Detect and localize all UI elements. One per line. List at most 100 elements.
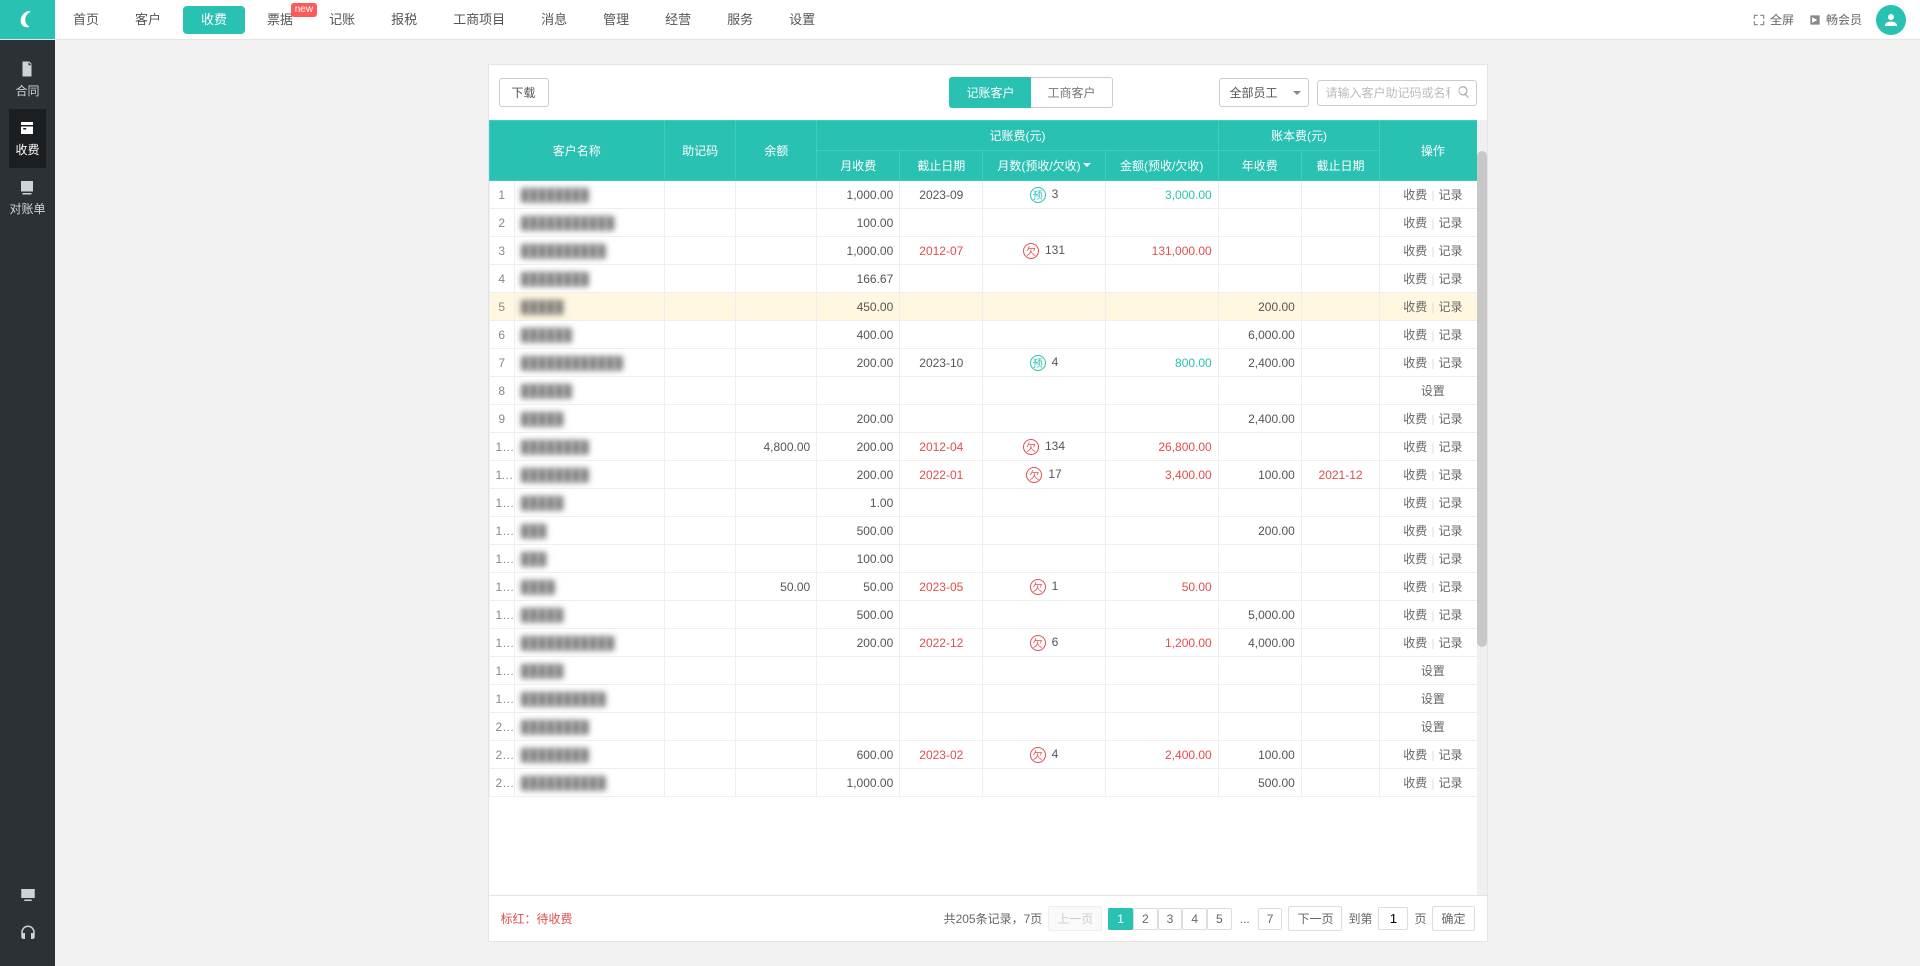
customer-name[interactable]: ███ (521, 552, 547, 566)
nav-item-消息[interactable]: 消息 (523, 0, 585, 40)
customer-name[interactable]: ██████████ (521, 776, 606, 790)
th-balance[interactable]: 余额 (736, 121, 817, 181)
op-log[interactable]: 记录 (1438, 524, 1462, 538)
customer-name[interactable]: █████ (521, 412, 564, 426)
customer-name[interactable]: ████████ (521, 440, 589, 454)
search-input[interactable] (1317, 80, 1477, 106)
nav-item-管理[interactable]: 管理 (585, 0, 647, 40)
op-charge[interactable]: 收费 (1403, 216, 1427, 230)
th-monthfee[interactable]: 月收费 (817, 151, 900, 181)
op-charge[interactable]: 收费 (1403, 440, 1427, 454)
op-log[interactable]: 记录 (1438, 328, 1462, 342)
nav-item-客户[interactable]: 客户 (117, 0, 179, 40)
nav-item-收费[interactable]: 收费 (183, 6, 245, 34)
member-button[interactable]: 畅会员 (1808, 11, 1862, 28)
avatar[interactable] (1876, 5, 1906, 35)
staff-select[interactable]: 全部员工 (1219, 78, 1309, 107)
nav-item-设置[interactable]: 设置 (771, 0, 833, 40)
sidebar-download[interactable] (0, 878, 55, 916)
search-icon[interactable] (1457, 85, 1471, 99)
op-log[interactable]: 记录 (1438, 776, 1462, 790)
op-set[interactable]: 设置 (1421, 384, 1445, 398)
customer-name[interactable]: ████████ (521, 748, 589, 762)
op-set[interactable]: 设置 (1421, 720, 1445, 734)
page-3[interactable]: 3 (1158, 908, 1183, 930)
th-yearfee[interactable]: 年收费 (1218, 151, 1301, 181)
nav-item-票据[interactable]: 票据new (249, 0, 311, 40)
op-charge[interactable]: 收费 (1403, 636, 1427, 650)
op-log[interactable]: 记录 (1438, 216, 1462, 230)
op-log[interactable]: 记录 (1438, 244, 1462, 258)
th-months[interactable]: 月数(预收/欠收) (983, 151, 1105, 181)
tab-business-customer[interactable]: 工商客户 (1031, 77, 1112, 108)
customer-name[interactable]: █████ (521, 664, 564, 678)
op-log[interactable]: 记录 (1438, 300, 1462, 314)
customer-name[interactable]: ████████ (521, 720, 589, 734)
page-5[interactable]: 5 (1207, 908, 1232, 930)
op-log[interactable]: 记录 (1438, 272, 1462, 286)
customer-name[interactable]: █████ (521, 608, 564, 622)
th-name[interactable]: 客户名称 (489, 121, 664, 181)
op-charge[interactable]: 收费 (1403, 468, 1427, 482)
op-charge[interactable]: 收费 (1403, 776, 1427, 790)
op-log[interactable]: 记录 (1438, 580, 1462, 594)
op-charge[interactable]: 收费 (1403, 608, 1427, 622)
th-mnemonic[interactable]: 助记码 (664, 121, 736, 181)
th-amount[interactable]: 金额(预收/欠收) (1105, 151, 1218, 181)
customer-name[interactable]: ██████ (521, 328, 572, 342)
page-2[interactable]: 2 (1133, 908, 1158, 930)
customer-name[interactable]: ████ (521, 580, 555, 594)
fullscreen-button[interactable]: 全屏 (1752, 11, 1794, 28)
op-charge[interactable]: 收费 (1403, 748, 1427, 762)
op-log[interactable]: 记录 (1438, 496, 1462, 510)
customer-name[interactable]: ███ (521, 524, 547, 538)
op-set[interactable]: 设置 (1421, 692, 1445, 706)
customer-name[interactable]: ██████████ (521, 692, 606, 706)
customer-name[interactable]: ███████████ (521, 216, 615, 230)
th-deadline[interactable]: 截止日期 (900, 151, 983, 181)
nav-item-服务[interactable]: 服务 (709, 0, 771, 40)
sidebar-item-合同[interactable]: 合同 (9, 50, 45, 109)
download-button[interactable]: 下载 (499, 78, 549, 107)
op-charge[interactable]: 收费 (1403, 328, 1427, 342)
op-charge[interactable]: 收费 (1403, 580, 1427, 594)
nav-item-经营[interactable]: 经营 (647, 0, 709, 40)
op-log[interactable]: 记录 (1438, 412, 1462, 426)
op-log[interactable]: 记录 (1438, 468, 1462, 482)
nav-item-首页[interactable]: 首页 (55, 0, 117, 40)
op-log[interactable]: 记录 (1438, 356, 1462, 370)
customer-name[interactable]: ██████████ (521, 244, 606, 258)
page-1[interactable]: 1 (1108, 908, 1133, 930)
nav-item-报税[interactable]: 报税 (373, 0, 435, 40)
page-next[interactable]: 下一页 (1288, 906, 1342, 931)
customer-name[interactable]: ████████████ (521, 356, 623, 370)
sidebar-item-收费[interactable]: 收费 (9, 109, 45, 168)
op-log[interactable]: 记录 (1438, 608, 1462, 622)
goto-page-input[interactable] (1378, 907, 1408, 930)
op-charge[interactable]: 收费 (1403, 496, 1427, 510)
customer-name[interactable]: █████ (521, 496, 564, 510)
sidebar-item-对账单[interactable]: 对账单 (9, 168, 45, 227)
nav-item-工商项目[interactable]: 工商项目 (435, 0, 523, 40)
page-7[interactable]: 7 (1258, 908, 1283, 930)
page-4[interactable]: 4 (1182, 908, 1207, 930)
customer-name[interactable]: ███████████ (521, 636, 615, 650)
op-charge[interactable]: 收费 (1403, 188, 1427, 202)
op-charge[interactable]: 收费 (1403, 300, 1427, 314)
vertical-scrollbar[interactable] (1477, 120, 1487, 895)
sidebar-help[interactable] (0, 916, 55, 954)
brand-logo[interactable] (0, 0, 55, 39)
op-log[interactable]: 记录 (1438, 440, 1462, 454)
customer-name[interactable]: ████████ (521, 468, 589, 482)
op-charge[interactable]: 收费 (1403, 356, 1427, 370)
op-charge[interactable]: 收费 (1403, 524, 1427, 538)
op-charge[interactable]: 收费 (1403, 552, 1427, 566)
op-charge[interactable]: 收费 (1403, 272, 1427, 286)
op-log[interactable]: 记录 (1438, 748, 1462, 762)
page-prev[interactable]: 上一页 (1048, 906, 1102, 931)
th-deadline2[interactable]: 截止日期 (1301, 151, 1379, 181)
customer-name[interactable]: ████████ (521, 188, 589, 202)
nav-item-记账[interactable]: 记账 (311, 0, 373, 40)
op-log[interactable]: 记录 (1438, 552, 1462, 566)
goto-confirm[interactable]: 确定 (1432, 906, 1474, 931)
